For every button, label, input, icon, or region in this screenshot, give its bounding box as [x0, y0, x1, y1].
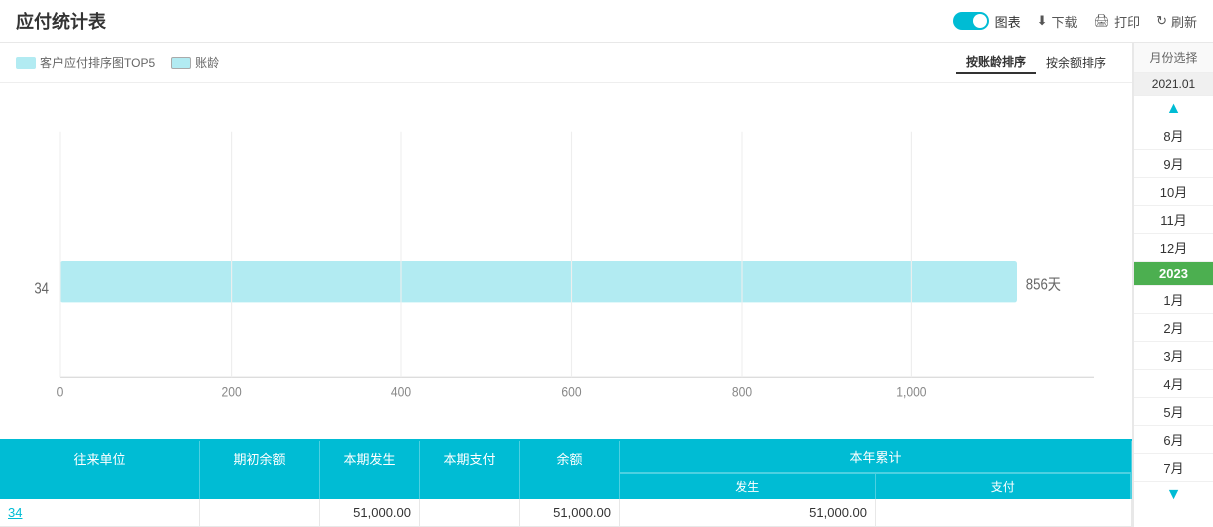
table-header-row: 往来单位 期初余额 本期发生 本期支付 余额 本年累计 发生 支付 [0, 441, 1132, 499]
sidebar-month-8[interactable]: 8月 [1134, 122, 1213, 150]
year-sub-headers: 发生 支付 [620, 473, 1131, 499]
sort-by-balance-button[interactable]: 按账龄排序 [956, 51, 1036, 74]
svg-text:1,000: 1,000 [896, 384, 926, 400]
sidebar-up-button[interactable]: ▲ [1134, 96, 1213, 122]
print-label: 打印 [1114, 12, 1140, 31]
col-header-year-pay: 支付 [876, 473, 1132, 499]
sidebar-month-1[interactable]: 1月 [1134, 286, 1213, 314]
y-label: 34 [34, 280, 49, 297]
legend-label-1: 客户应付排序图TOP5 [40, 54, 155, 71]
sidebar: 月份选择 2021.01 ▲ 8月 9月 10月 11月 12月 2023 1月… [1133, 43, 1213, 527]
cell-period-balance [200, 499, 320, 526]
download-label: 下载 [1052, 12, 1078, 31]
cell-period-pay [420, 499, 520, 526]
sidebar-year-2023[interactable]: 2023 [1134, 262, 1213, 286]
sidebar-month-9[interactable]: 9月 [1134, 150, 1213, 178]
refresh-icon: ↻ [1156, 13, 1167, 29]
refresh-label: 刷新 [1171, 12, 1197, 31]
col-header-unit: 往来单位 [0, 441, 200, 499]
chart-area: 客户应付排序图TOP5 账龄 按账龄排序 按余额排序 34 [0, 43, 1133, 527]
app-container: 应付统计表 图表 ⬇ 下载 🖨 打印 ↻ 刷新 [0, 0, 1213, 527]
main-content: 客户应付排序图TOP5 账龄 按账龄排序 按余额排序 34 [0, 43, 1213, 527]
bottom-table: 往来单位 期初余额 本期发生 本期支付 余额 本年累计 发生 支付 [0, 439, 1132, 527]
legend-color-2 [171, 57, 191, 69]
toggle-label: 图表 [995, 12, 1021, 31]
svg-text:600: 600 [561, 384, 581, 400]
bar-end-label: 856天 [1026, 277, 1061, 294]
chart-container: 34 856天 0 200 400 600 800 1,000 [0, 83, 1132, 439]
legend-color-1 [16, 57, 36, 69]
sidebar-down-button[interactable]: ▼ [1134, 482, 1213, 508]
sidebar-month-4[interactable]: 4月 [1134, 370, 1213, 398]
sidebar-month-7[interactable]: 7月 [1134, 454, 1213, 482]
col-header-period-occur: 本期发生 [320, 441, 420, 499]
cell-year-occur: 51,000.00 [620, 499, 876, 526]
download-button[interactable]: ⬇ 下载 [1037, 12, 1078, 31]
cell-balance: 51,000.00 [520, 499, 620, 526]
svg-text:800: 800 [732, 384, 752, 400]
year-cumul-label: 本年累计 [620, 441, 1131, 473]
download-icon: ⬇ [1037, 13, 1048, 29]
col-header-period-balance: 期初余额 [200, 441, 320, 499]
table-row: 34 51,000.00 51,000.00 51,000.00 [0, 499, 1132, 527]
col-header-period-pay: 本期支付 [420, 441, 520, 499]
print-button[interactable]: 🖨 打印 [1094, 12, 1141, 31]
chart-toolbar: 客户应付排序图TOP5 账龄 按账龄排序 按余额排序 [0, 43, 1132, 83]
unit-link[interactable]: 34 [8, 505, 22, 520]
col-header-year-group: 本年累计 发生 支付 [620, 441, 1132, 499]
sidebar-month-10[interactable]: 10月 [1134, 178, 1213, 206]
col-header-balance: 余额 [520, 441, 620, 499]
sidebar-month-3[interactable]: 3月 [1134, 342, 1213, 370]
chart-svg: 34 856天 0 200 400 600 800 1,000 [16, 93, 1116, 429]
sidebar-month-12[interactable]: 12月 [1134, 234, 1213, 262]
sidebar-month-11[interactable]: 11月 [1134, 206, 1213, 234]
legend-item-1: 客户应付排序图TOP5 [16, 54, 155, 71]
col-header-year-occur: 发生 [620, 473, 876, 499]
legend-label-2: 账龄 [195, 54, 219, 71]
sort-by-amount-button[interactable]: 按余额排序 [1036, 51, 1116, 74]
sidebar-month-5[interactable]: 5月 [1134, 398, 1213, 426]
sort-buttons: 按账龄排序 按余额排序 [956, 51, 1116, 74]
toggle-group[interactable]: 图表 [953, 12, 1021, 31]
sidebar-month-6[interactable]: 6月 [1134, 426, 1213, 454]
page-title: 应付统计表 [16, 8, 953, 34]
chart-toggle[interactable] [953, 12, 989, 30]
sidebar-month-header: 月份选择 [1134, 43, 1213, 73]
print-icon: 🖨 [1094, 13, 1111, 29]
legend-item-2: 账龄 [171, 54, 219, 71]
cell-year-pay [876, 499, 1132, 526]
cell-period-occur: 51,000.00 [320, 499, 420, 526]
svg-text:400: 400 [391, 384, 411, 400]
chart-bar [60, 261, 1017, 302]
header: 应付统计表 图表 ⬇ 下载 🖨 打印 ↻ 刷新 [0, 0, 1213, 43]
cell-unit: 34 [0, 499, 200, 526]
svg-text:0: 0 [57, 384, 64, 400]
header-actions: 图表 ⬇ 下载 🖨 打印 ↻ 刷新 [953, 12, 1197, 31]
sidebar-current-date: 2021.01 [1134, 73, 1213, 96]
svg-text:200: 200 [222, 384, 242, 400]
refresh-button[interactable]: ↻ 刷新 [1156, 12, 1197, 31]
sidebar-month-2[interactable]: 2月 [1134, 314, 1213, 342]
